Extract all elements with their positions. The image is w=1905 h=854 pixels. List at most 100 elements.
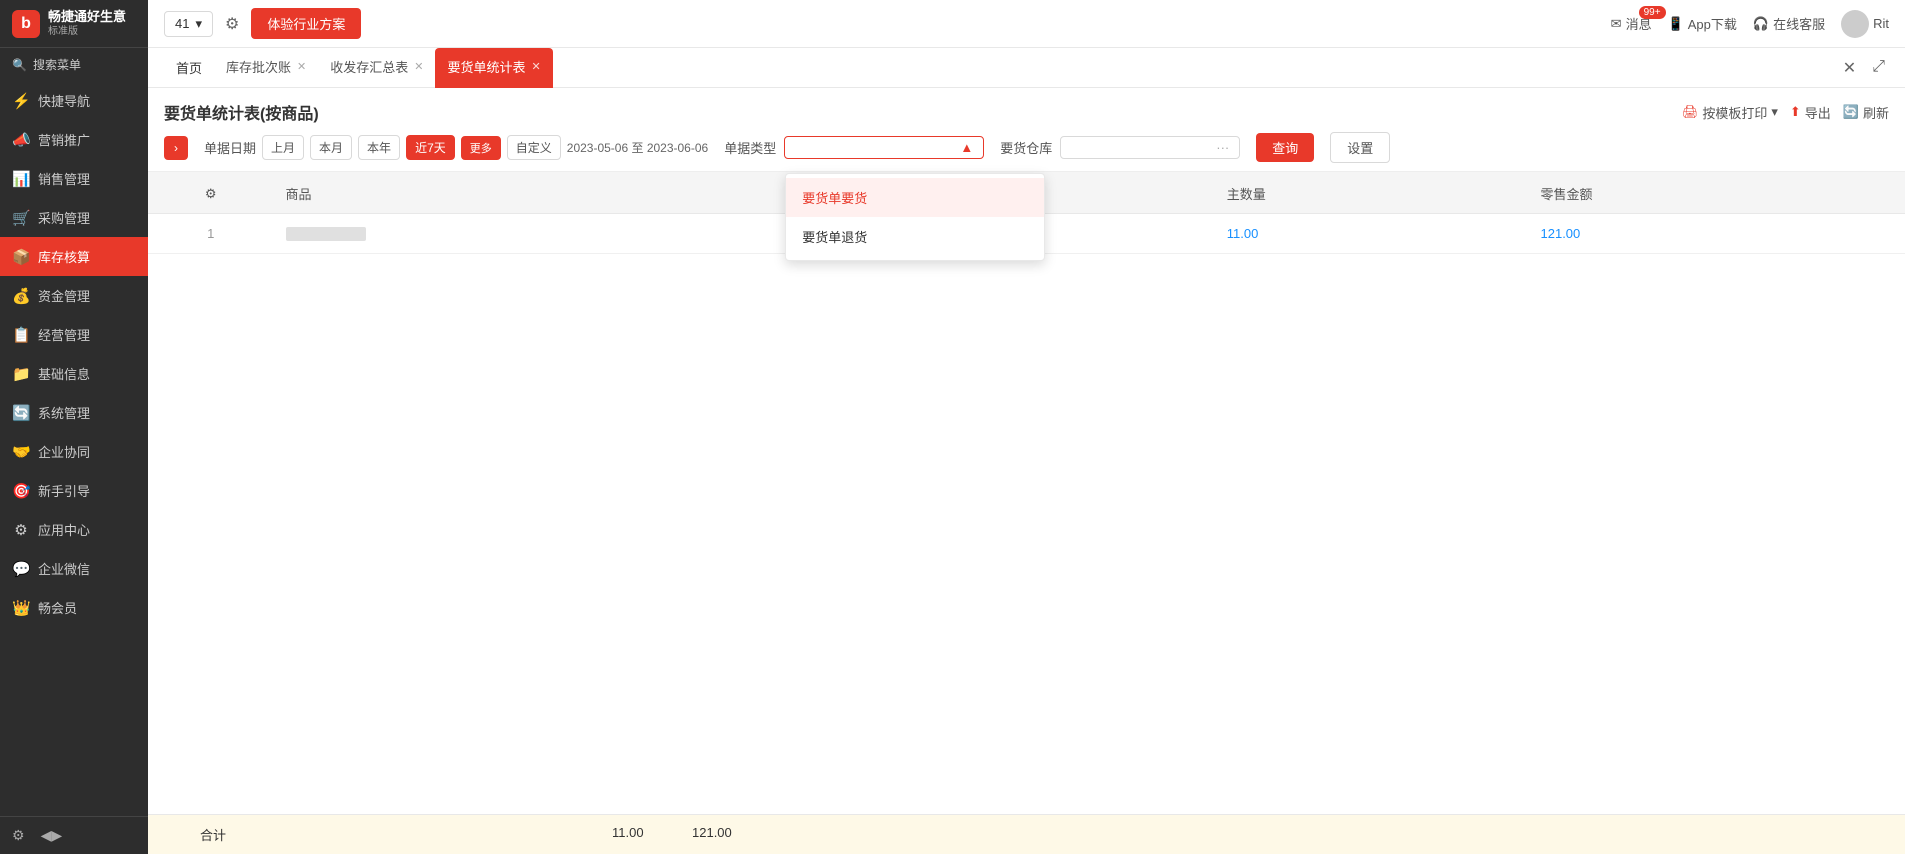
amount-link[interactable]: 121.00 xyxy=(1541,226,1581,241)
tab-close-icon[interactable]: ✕ xyxy=(414,60,423,73)
sidebar-item-label: 营销推广 xyxy=(38,130,90,149)
online-service-label: 在线客服 xyxy=(1773,14,1825,33)
type-select-arrow: ▲ xyxy=(960,140,973,155)
type-select[interactable]: ▲ 要货单要货 要货单退货 xyxy=(784,136,984,159)
sidebar-item-label: 新手引导 xyxy=(38,481,90,500)
topbar: 41 ▾ ⚙ 体验行业方案 ✉ 消息 99+ 📱 App下载 🎧 在线客服 R xyxy=(148,0,1905,48)
marketing-icon: 📣 xyxy=(12,131,30,149)
tabs-bar: 首页 库存批次账 ✕ 收发存汇总表 ✕ 要货单统计表 ✕ ✕ ⤢ xyxy=(148,48,1905,88)
sidebar-item-basic[interactable]: 📁 基础信息 xyxy=(0,354,148,393)
row-no: 1 xyxy=(148,214,274,254)
row-qty: 11.00 xyxy=(1215,214,1529,254)
topbar-gear-icon[interactable]: ⚙ xyxy=(225,14,239,34)
sidebar-item-wechat[interactable]: 💬 企业微信 xyxy=(0,549,148,588)
app-download-label: App下载 xyxy=(1688,14,1737,33)
date-label: 单据日期 xyxy=(204,138,256,157)
finance-icon: 💰 xyxy=(12,287,30,305)
filter-toggle-btn[interactable]: › xyxy=(164,136,188,160)
operations-icon: 📋 xyxy=(12,326,30,344)
sidebar-item-apps[interactable]: ⚙ 应用中心 xyxy=(0,510,148,549)
sales-icon: 📊 xyxy=(12,170,30,188)
sidebar-item-label: 采购管理 xyxy=(38,208,90,227)
search-label: 搜索菜单 xyxy=(33,56,81,73)
collapse-footer-icon[interactable]: ◀▶ xyxy=(41,827,63,844)
messages-btn[interactable]: ✉ 消息 99+ xyxy=(1611,14,1652,33)
filter-date-group: 单据日期 上月 本月 本年 近7天 更多 自定义 2023-05-06 至 20… xyxy=(204,135,708,160)
refresh-btn[interactable]: 🔄 刷新 xyxy=(1843,103,1889,122)
user-avatar-btn[interactable]: Rit xyxy=(1841,10,1889,38)
sidebar-item-quick-nav[interactable]: ⚡ 快捷导航 xyxy=(0,81,148,120)
filter-warehouse-group: 要货仓库 ··· xyxy=(1000,136,1240,159)
date-btn-custom[interactable]: 自定义 xyxy=(507,135,561,160)
export-btn[interactable]: ⬆ 导出 xyxy=(1790,103,1831,122)
row-amount: 121.00 xyxy=(1529,214,1905,254)
wechat-icon: 💬 xyxy=(12,560,30,578)
company-name: 41 xyxy=(175,16,189,31)
quick-nav-icon: ⚡ xyxy=(12,92,30,110)
sidebar-item-finance[interactable]: 💰 资金管理 xyxy=(0,276,148,315)
sidebar-item-label: 基础信息 xyxy=(38,364,90,383)
dropdown-option-label: 要货单退货 xyxy=(802,230,867,245)
enterprise-icon: 🤝 xyxy=(12,443,30,461)
qty-link[interactable]: 11.00 xyxy=(1227,226,1259,241)
tab-close-icon[interactable]: ✕ xyxy=(532,60,541,73)
phone-icon: 📱 xyxy=(1668,16,1684,32)
settings-btn[interactable]: 设置 xyxy=(1330,132,1390,163)
sidebar-item-operations[interactable]: 📋 经营管理 xyxy=(0,315,148,354)
date-btn-7days[interactable]: 近7天 xyxy=(406,135,455,160)
expand-tabs-btn[interactable]: ⤢ xyxy=(1868,54,1889,82)
main-area: 41 ▾ ⚙ 体验行业方案 ✉ 消息 99+ 📱 App下载 🎧 在线客服 R xyxy=(148,0,1905,854)
print-btn[interactable]: 🖨 按模板打印 ▾ xyxy=(1682,103,1778,122)
sidebar-search[interactable]: 🔍 搜索菜单 xyxy=(0,48,148,81)
refresh-icon: 🔄 xyxy=(1843,104,1859,120)
online-service-btn[interactable]: 🎧 在线客服 xyxy=(1753,14,1825,33)
warehouse-label: 要货仓库 xyxy=(1000,138,1052,157)
sidebar-item-inventory[interactable]: 📦 库存核算 xyxy=(0,237,148,276)
company-selector[interactable]: 41 ▾ xyxy=(164,11,213,37)
tab-batch-account[interactable]: 库存批次账 ✕ xyxy=(214,48,318,88)
sidebar-item-label: 畅会员 xyxy=(38,598,77,617)
app-download-btn[interactable]: 📱 App下载 xyxy=(1668,14,1737,33)
date-btn-last-month[interactable]: 上月 xyxy=(262,135,304,160)
page-content: 要货单统计表(按商品) 🖨 按模板打印 ▾ ⬆ 导出 🔄 刷新 › xyxy=(148,88,1905,854)
industry-btn[interactable]: 体验行业方案 xyxy=(251,8,361,39)
date-btn-this-month[interactable]: 本月 xyxy=(310,135,352,160)
tab-order-stats[interactable]: 要货单统计表 ✕ xyxy=(435,48,552,88)
settings-footer-icon[interactable]: ⚙ xyxy=(12,827,25,844)
print-label: 按模板打印 xyxy=(1702,103,1767,122)
page-header: 要货单统计表(按商品) 🖨 按模板打印 ▾ ⬆ 导出 🔄 刷新 xyxy=(148,88,1905,124)
tab-home[interactable]: 首页 xyxy=(164,48,214,88)
footer-total-qty: 11.00 xyxy=(612,825,692,844)
date-range-display: 2023-05-06 至 2023-06-06 xyxy=(567,139,708,156)
footer-total-label: 合计 xyxy=(160,825,612,844)
date-btn-this-year[interactable]: 本年 xyxy=(358,135,400,160)
dropdown-option-order-goods[interactable]: 要货单要货 xyxy=(786,178,1044,217)
tabs-actions: ✕ ⤢ xyxy=(1839,54,1889,82)
tab-recv-summary[interactable]: 收发存汇总表 ✕ xyxy=(318,48,435,88)
sidebar-item-system[interactable]: 🔄 系统管理 xyxy=(0,393,148,432)
sidebar: b 畅捷通好生意 标准版 🔍 搜索菜单 ⚡ 快捷导航 📣 营销推广 📊 销售管理… xyxy=(0,0,148,854)
query-btn[interactable]: 查询 xyxy=(1256,133,1314,162)
sidebar-item-guide[interactable]: 🎯 新手引导 xyxy=(0,471,148,510)
page-title: 要货单统计表(按商品) xyxy=(164,100,319,124)
warehouse-input[interactable]: ··· xyxy=(1060,136,1240,159)
type-label: 单据类型 xyxy=(724,138,776,157)
footer-total-amount: 121.00 xyxy=(692,825,772,844)
tab-close-icon[interactable]: ✕ xyxy=(297,60,306,73)
guide-icon: 🎯 xyxy=(12,482,30,500)
dropdown-option-return-goods[interactable]: 要货单退货 xyxy=(786,217,1044,256)
sidebar-item-enterprise[interactable]: 🤝 企业协同 xyxy=(0,432,148,471)
close-all-tabs-btn[interactable]: ✕ xyxy=(1839,54,1860,82)
col-settings[interactable]: ⚙ xyxy=(148,174,274,214)
warehouse-more-icon[interactable]: ··· xyxy=(1216,140,1229,155)
sidebar-item-sales[interactable]: 📊 销售管理 xyxy=(0,159,148,198)
sidebar-item-marketing[interactable]: 📣 营销推广 xyxy=(0,120,148,159)
sidebar-item-label: 系统管理 xyxy=(38,403,90,422)
sidebar-item-purchase[interactable]: 🛒 采购管理 xyxy=(0,198,148,237)
inventory-icon: 📦 xyxy=(12,248,30,266)
sidebar-item-label: 企业协同 xyxy=(38,442,90,461)
date-btn-more[interactable]: 更多 xyxy=(461,136,501,160)
page-actions: 🖨 按模板打印 ▾ ⬆ 导出 🔄 刷新 xyxy=(1682,103,1889,122)
sidebar-item-member[interactable]: 👑 畅会员 xyxy=(0,588,148,627)
dropdown-option-label: 要货单要货 xyxy=(802,191,867,206)
